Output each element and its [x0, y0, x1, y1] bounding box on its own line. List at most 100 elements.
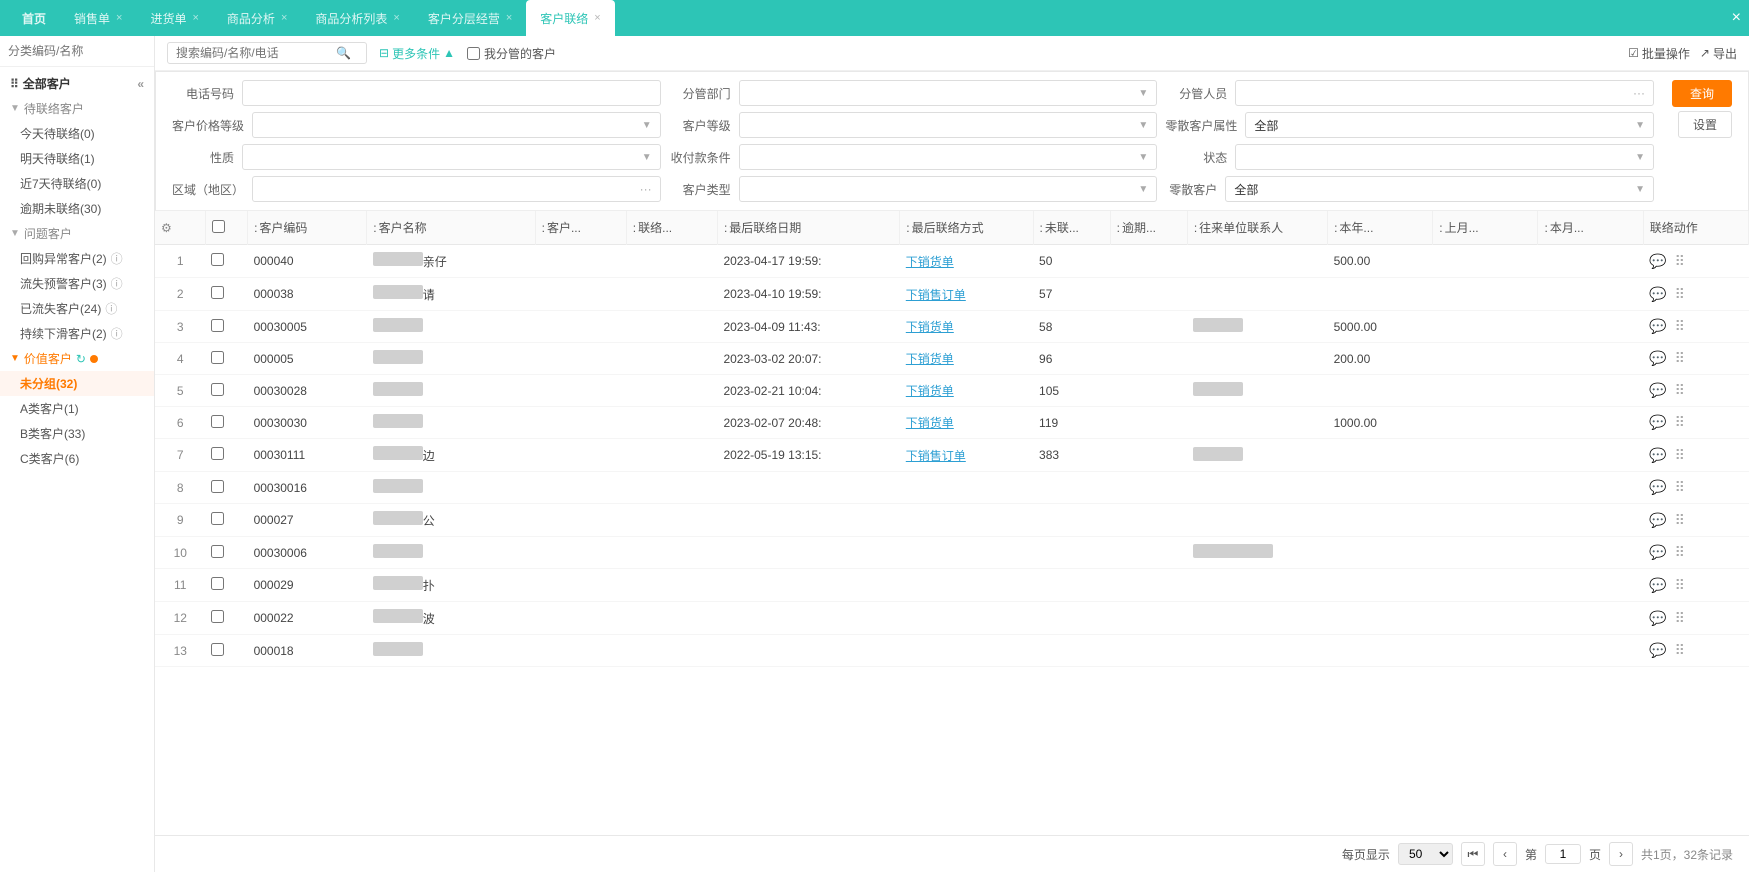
sidebar-search-input[interactable]: [8, 44, 155, 58]
row-last-method[interactable]: 下销售订单: [900, 278, 1033, 311]
row-last-method[interactable]: 下销货单: [900, 375, 1033, 407]
search-input[interactable]: [176, 46, 336, 60]
chat-icon[interactable]: 💬: [1649, 414, 1666, 431]
query-button[interactable]: 查询: [1672, 80, 1732, 107]
close-window-button[interactable]: ×: [1732, 9, 1741, 27]
grid-action-icon[interactable]: ⠿: [1675, 318, 1685, 335]
row-checkbox-cell[interactable]: [205, 537, 247, 569]
first-page-btn[interactable]: ⏮: [1461, 842, 1485, 866]
row-checkbox[interactable]: [211, 253, 224, 266]
status-select[interactable]: ▼: [1235, 144, 1654, 170]
chat-icon[interactable]: 💬: [1649, 350, 1666, 367]
row-checkbox[interactable]: [211, 415, 224, 428]
select-all-checkbox[interactable]: [212, 220, 225, 233]
tab-customer-contact[interactable]: 客户联络 ×: [526, 0, 614, 36]
sidebar-item-class-c[interactable]: C类客户(6): [0, 446, 154, 471]
row-last-method[interactable]: [900, 504, 1033, 537]
export-btn[interactable]: ↗ 导出: [1700, 45, 1737, 62]
sidebar-item-churn-warning[interactable]: 流失预警客户(3) ⓘ: [0, 271, 154, 296]
my-customers-checkbox[interactable]: 我分管的客户: [467, 45, 556, 62]
row-action-cell[interactable]: 💬⠿: [1643, 569, 1748, 602]
close-purchase-tab[interactable]: ×: [192, 12, 198, 24]
row-last-method[interactable]: 下销货单: [900, 245, 1033, 278]
row-checkbox-cell[interactable]: [205, 439, 247, 472]
problem-customer-group[interactable]: ▼ 问题客户: [0, 221, 154, 246]
row-last-method[interactable]: [900, 602, 1033, 635]
row-checkbox-cell[interactable]: [205, 569, 247, 602]
chat-icon[interactable]: 💬: [1649, 253, 1666, 270]
grid-action-icon[interactable]: ⠿: [1675, 512, 1685, 529]
row-checkbox-cell[interactable]: [205, 245, 247, 278]
row-checkbox[interactable]: [211, 545, 224, 558]
method-link[interactable]: 下销货单: [906, 255, 954, 269]
tab-home[interactable]: 首页: [8, 0, 60, 36]
chat-icon[interactable]: 💬: [1649, 610, 1666, 627]
row-checkbox-cell[interactable]: [205, 472, 247, 504]
grid-action-icon[interactable]: ⠿: [1675, 350, 1685, 367]
tab-product-analysis-list[interactable]: 商品分析列表 ×: [301, 0, 413, 36]
row-checkbox[interactable]: [211, 351, 224, 364]
value-customer-group[interactable]: ▼ 价值客户 ↻: [0, 346, 154, 371]
method-link[interactable]: 下销售订单: [906, 288, 966, 302]
sidebar-item-class-a[interactable]: A类客户(1): [0, 396, 154, 421]
row-checkbox[interactable]: [211, 319, 224, 332]
close-product-list-tab[interactable]: ×: [393, 12, 399, 24]
close-product-analysis-tab[interactable]: ×: [281, 12, 287, 24]
search-icon[interactable]: 🔍: [336, 46, 351, 60]
row-checkbox-cell[interactable]: [205, 602, 247, 635]
chat-icon[interactable]: 💬: [1649, 318, 1666, 335]
row-action-cell[interactable]: 💬⠿: [1643, 635, 1748, 667]
row-checkbox[interactable]: [211, 577, 224, 590]
all-customers-header[interactable]: ⠿ 全部客户 «: [0, 67, 154, 96]
close-customer-tier-tab[interactable]: ×: [506, 12, 512, 24]
per-page-select[interactable]: 50 100 200: [1398, 843, 1453, 865]
close-customer-contact-tab[interactable]: ×: [594, 12, 600, 24]
payment-select[interactable]: ▼: [739, 144, 1158, 170]
row-last-method[interactable]: [900, 537, 1033, 569]
row-checkbox[interactable]: [211, 512, 224, 525]
row-checkbox-cell[interactable]: [205, 343, 247, 375]
row-last-method[interactable]: 下销货单: [900, 407, 1033, 439]
grid-action-icon[interactable]: ⠿: [1675, 414, 1685, 431]
row-last-method[interactable]: 下销货单: [900, 343, 1033, 375]
prev-page-btn[interactable]: ‹: [1493, 842, 1517, 866]
row-checkbox[interactable]: [211, 447, 224, 460]
sidebar-item-class-b[interactable]: B类客户(33): [0, 421, 154, 446]
chat-icon[interactable]: 💬: [1649, 577, 1666, 594]
method-link[interactable]: 下销售订单: [906, 449, 966, 463]
row-checkbox[interactable]: [211, 643, 224, 656]
row-action-cell[interactable]: 💬⠿: [1643, 537, 1748, 569]
dept-select[interactable]: ▼: [739, 80, 1158, 106]
manager-select[interactable]: ···: [1235, 80, 1654, 106]
chat-icon[interactable]: 💬: [1649, 479, 1666, 496]
chat-icon[interactable]: 💬: [1649, 642, 1666, 659]
tab-sales[interactable]: 销售单 ×: [60, 0, 136, 36]
grid-action-icon[interactable]: ⠿: [1675, 479, 1685, 496]
row-last-method[interactable]: [900, 569, 1033, 602]
grid-action-icon[interactable]: ⠿: [1675, 286, 1685, 303]
row-checkbox[interactable]: [211, 610, 224, 623]
phone-input[interactable]: [242, 80, 661, 106]
row-checkbox[interactable]: [211, 286, 224, 299]
row-action-cell[interactable]: 💬⠿: [1643, 602, 1748, 635]
row-action-cell[interactable]: 💬⠿: [1643, 439, 1748, 472]
row-checkbox[interactable]: [211, 480, 224, 493]
sidebar-item-today-pending[interactable]: 今天待联络(0): [0, 121, 154, 146]
row-checkbox-cell[interactable]: [205, 311, 247, 343]
close-sales-tab[interactable]: ×: [116, 12, 122, 24]
grid-action-icon[interactable]: ⠿: [1675, 382, 1685, 399]
row-checkbox-cell[interactable]: [205, 375, 247, 407]
grid-action-icon[interactable]: ⠿: [1675, 577, 1685, 594]
row-checkbox-cell[interactable]: [205, 407, 247, 439]
method-link[interactable]: 下销货单: [906, 352, 954, 366]
method-link[interactable]: 下销货单: [906, 416, 954, 430]
grid-action-icon[interactable]: ⠿: [1675, 253, 1685, 270]
more-conditions-btn[interactable]: ⊟ 更多条件 ▲: [379, 45, 455, 62]
settings-header[interactable]: ⚙: [155, 211, 205, 245]
row-action-cell[interactable]: 💬⠿: [1643, 407, 1748, 439]
sidebar-item-overdue-contact[interactable]: 逾期未联络(30): [0, 196, 154, 221]
row-checkbox-cell[interactable]: [205, 278, 247, 311]
chat-icon[interactable]: 💬: [1649, 447, 1666, 464]
tab-product-analysis[interactable]: 商品分析 ×: [213, 0, 301, 36]
chat-icon[interactable]: 💬: [1649, 382, 1666, 399]
